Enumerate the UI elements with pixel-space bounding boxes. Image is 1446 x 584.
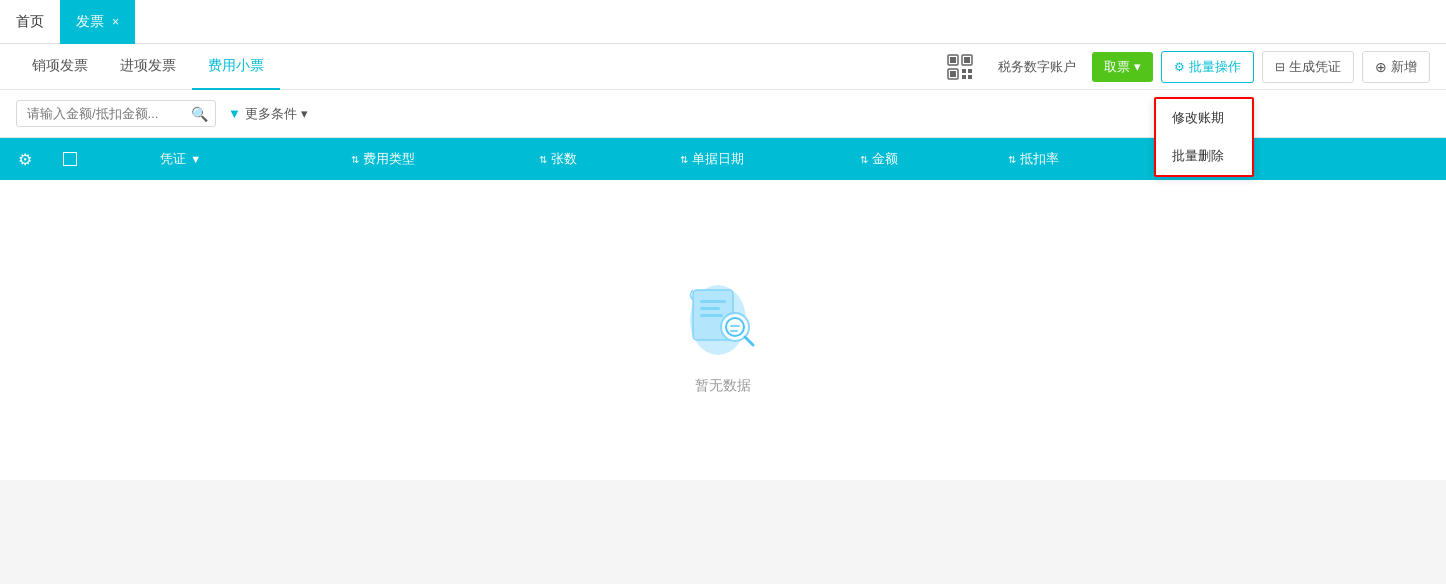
- tab-close-btn[interactable]: ×: [112, 15, 119, 29]
- tab-purchase-invoice[interactable]: 进项发票: [104, 44, 192, 90]
- svg-rect-20: [730, 330, 738, 332]
- more-filter-button[interactable]: ▼ 更多条件 ▾: [228, 105, 308, 123]
- svg-rect-6: [962, 69, 966, 73]
- svg-rect-8: [962, 75, 966, 79]
- th-extra: [1292, 138, 1446, 180]
- add-icon: ⊕: [1375, 59, 1387, 75]
- th-expense-type[interactable]: ⇅ 费用类型: [272, 138, 495, 180]
- empty-text: 暂无数据: [695, 377, 751, 395]
- take-bill-button[interactable]: 取票 ▾: [1092, 52, 1153, 82]
- filter-icon: ▼: [228, 106, 241, 121]
- svg-rect-13: [700, 300, 726, 303]
- empty-illustration: [673, 265, 773, 365]
- voucher-icon: ⊟: [1275, 60, 1285, 74]
- svg-line-18: [745, 337, 753, 345]
- sort-icon-amount: ⇅: [860, 154, 868, 165]
- batch-op-wrapper: ⚙ 批量操作 修改账期 批量删除: [1161, 51, 1254, 83]
- svg-rect-3: [964, 57, 970, 63]
- th-voucher[interactable]: 凭证 ▼: [90, 138, 272, 180]
- th-count[interactable]: ⇅ 张数: [495, 138, 621, 180]
- sort-icon-left: ⇅: [351, 154, 359, 165]
- svg-rect-7: [968, 69, 972, 73]
- sub-nav-actions: 税务数字账户 取票 ▾ ⚙ 批量操作 修改账期 批量删除 ⊟ 生成凭证 ⊕ 新增: [938, 49, 1430, 85]
- search-input[interactable]: [16, 100, 216, 127]
- search-wrap: 🔍: [16, 100, 216, 127]
- batch-op-button[interactable]: ⚙ 批量操作: [1161, 51, 1254, 83]
- th-settings[interactable]: ⚙: [0, 138, 50, 180]
- sort-icon-deduct-rate: ⇅: [1008, 154, 1016, 165]
- sub-nav: 销项发票 进项发票 费用小票 税务数字账户: [0, 44, 1446, 90]
- add-button[interactable]: ⊕ 新增: [1362, 51, 1430, 83]
- th-checkbox[interactable]: [50, 138, 90, 180]
- search-icon[interactable]: 🔍: [191, 106, 208, 122]
- dropdown-item-change-period[interactable]: 修改账期: [1156, 99, 1252, 137]
- svg-rect-15: [700, 314, 723, 317]
- th-date[interactable]: ⇅ 单据日期: [621, 138, 803, 180]
- tab-expense-receipt[interactable]: 费用小票: [192, 44, 280, 90]
- select-all-checkbox[interactable]: [63, 152, 77, 166]
- sort-icon-date: ⇅: [680, 154, 688, 165]
- sort-icon-count: ⇅: [539, 154, 547, 165]
- invoice-tab[interactable]: 发票 ×: [60, 0, 135, 44]
- sub-nav-tabs: 销项发票 进项发票 费用小票: [16, 44, 280, 90]
- gen-voucher-button[interactable]: ⊟ 生成凭证: [1262, 51, 1354, 83]
- th-amount[interactable]: ⇅ 金额: [803, 138, 957, 180]
- svg-rect-19: [730, 325, 740, 327]
- table-body: 暂无数据: [0, 180, 1446, 480]
- qr-code-button[interactable]: [938, 49, 982, 85]
- svg-rect-9: [968, 75, 972, 79]
- qr-code-icon: [946, 53, 974, 81]
- top-nav: 首页 发票 ×: [0, 0, 1446, 44]
- th-deduct-rate[interactable]: ⇅ 抵扣率: [956, 138, 1110, 180]
- settings-icon: ⚙: [18, 150, 32, 169]
- batch-op-icon: ⚙: [1174, 60, 1185, 74]
- tab-sales-invoice[interactable]: 销项发票: [16, 44, 104, 90]
- voucher-filter-icon: ▼: [190, 153, 201, 165]
- svg-rect-14: [700, 307, 720, 310]
- svg-rect-5: [950, 71, 956, 77]
- home-tab[interactable]: 首页: [0, 0, 60, 44]
- dropdown-item-batch-delete[interactable]: 批量删除: [1156, 137, 1252, 175]
- empty-state: 暂无数据: [673, 205, 773, 455]
- svg-rect-1: [950, 57, 956, 63]
- tax-account-button[interactable]: 税务数字账户: [990, 58, 1084, 76]
- batch-op-dropdown: 修改账期 批量删除: [1154, 97, 1254, 177]
